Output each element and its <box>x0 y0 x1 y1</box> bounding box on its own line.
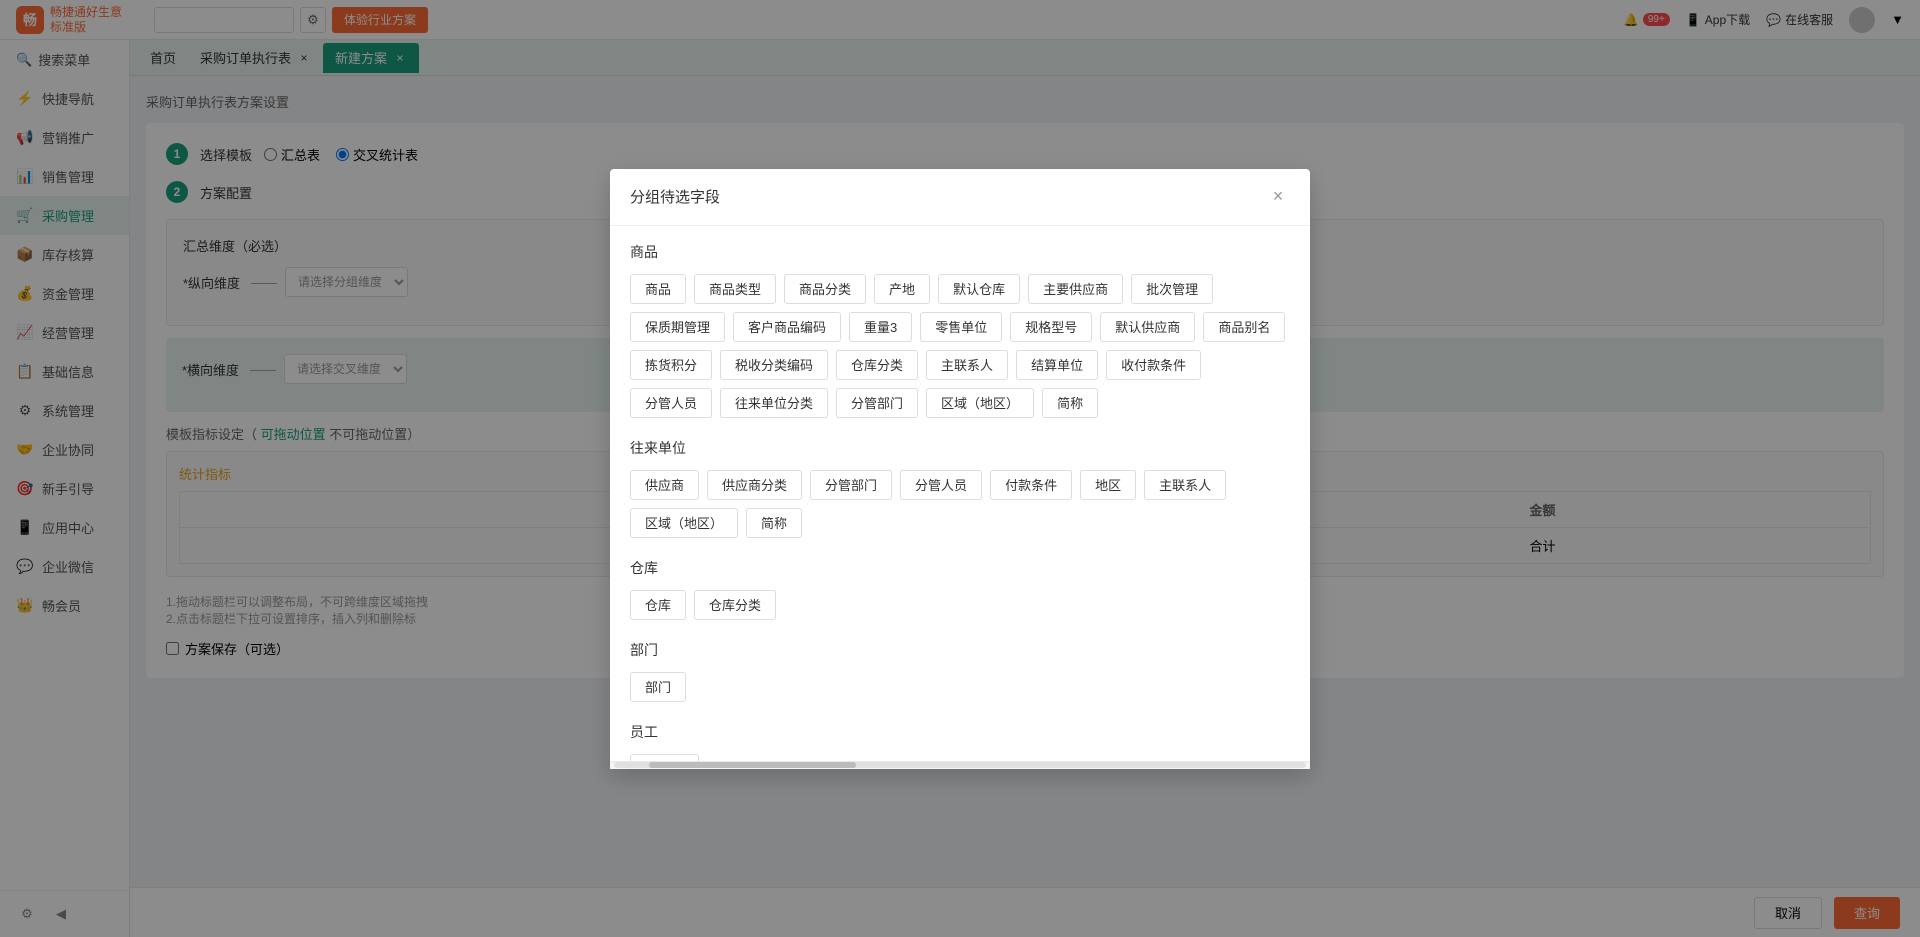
field-tag-default-warehouse[interactable]: 默认仓库 <box>938 274 1020 304</box>
field-tag-warehouse[interactable]: 仓库 <box>630 590 686 620</box>
modal-dialog: 分组待选字段 × 商品 商品 商品类型 商品分类 产地 默认仓库 主要供应商 批… <box>610 169 1310 769</box>
field-tag-partner-category[interactable]: 往来单位分类 <box>720 388 828 418</box>
field-tag-supplier-category[interactable]: 供应商分类 <box>707 470 802 500</box>
field-tag-department[interactable]: 部门 <box>630 672 686 702</box>
section-department-tags: 部门 <box>630 672 1290 702</box>
field-tag-spec-model[interactable]: 规格型号 <box>1010 312 1092 342</box>
field-tag-supplier[interactable]: 供应商 <box>630 470 699 500</box>
field-tag-area[interactable]: 地区 <box>1080 470 1136 500</box>
section-partner-tags: 供应商 供应商分类 分管部门 分管人员 付款条件 地区 主联系人 区域（地区） … <box>630 470 1290 538</box>
section-department: 部门 部门 <box>630 640 1290 702</box>
field-tag-warehouse-cat[interactable]: 仓库分类 <box>694 590 776 620</box>
section-warehouse-title: 仓库 <box>630 558 1290 578</box>
section-product-title: 商品 <box>630 242 1290 262</box>
section-partner-title: 往来单位 <box>630 438 1290 458</box>
modal-header: 分组待选字段 × <box>610 169 1310 226</box>
field-tag-payment-terms[interactable]: 收付款条件 <box>1106 350 1201 380</box>
section-partner: 往来单位 供应商 供应商分类 分管部门 分管人员 付款条件 地区 主联系人 区域… <box>630 438 1290 538</box>
modal-close-button[interactable]: × <box>1266 185 1290 209</box>
field-tag-default-supplier[interactable]: 默认供应商 <box>1100 312 1195 342</box>
section-employee-tags: 业务员 <box>630 754 1290 761</box>
section-product: 商品 商品 商品类型 商品分类 产地 默认仓库 主要供应商 批次管理 保质期管理… <box>630 242 1290 418</box>
field-tag-pick-points[interactable]: 拣货积分 <box>630 350 712 380</box>
hscroll-track <box>614 762 1306 768</box>
field-tag-partner-dept[interactable]: 分管部门 <box>810 470 892 500</box>
field-tag-short-name[interactable]: 简称 <box>1042 388 1098 418</box>
field-tag-main-contact[interactable]: 主联系人 <box>926 350 1008 380</box>
field-tag-product-category[interactable]: 商品分类 <box>784 274 866 304</box>
modal-body: 商品 商品 商品类型 商品分类 产地 默认仓库 主要供应商 批次管理 保质期管理… <box>610 226 1310 761</box>
field-tag-shelf-life[interactable]: 保质期管理 <box>630 312 725 342</box>
field-tag-weight[interactable]: 重量3 <box>849 312 912 342</box>
field-tag-partner-supervisor[interactable]: 分管人员 <box>900 470 982 500</box>
field-tag-product[interactable]: 商品 <box>630 274 686 304</box>
section-warehouse-tags: 仓库 仓库分类 <box>630 590 1290 620</box>
field-tag-partner-contact[interactable]: 主联系人 <box>1144 470 1226 500</box>
field-tag-payment-cond[interactable]: 付款条件 <box>990 470 1072 500</box>
field-tag-product-alias[interactable]: 商品别名 <box>1203 312 1285 342</box>
section-employee-title: 员工 <box>630 722 1290 742</box>
field-tag-warehouse-category[interactable]: 仓库分类 <box>836 350 918 380</box>
modal-overlay: 分组待选字段 × 商品 商品 商品类型 商品分类 产地 默认仓库 主要供应商 批… <box>0 0 1920 937</box>
field-tag-settlement-unit[interactable]: 结算单位 <box>1016 350 1098 380</box>
field-tag-supervisor[interactable]: 分管人员 <box>630 388 712 418</box>
field-tag-origin[interactable]: 产地 <box>874 274 930 304</box>
hscroll-thumb <box>649 762 857 768</box>
field-tag-dept[interactable]: 分管部门 <box>836 388 918 418</box>
field-tag-tax-code[interactable]: 税收分类编码 <box>720 350 828 380</box>
field-tag-sales-rep[interactable]: 业务员 <box>630 754 699 761</box>
field-tag-customer-code[interactable]: 客户商品编码 <box>733 312 841 342</box>
modal-title: 分组待选字段 <box>630 186 720 207</box>
section-product-tags: 商品 商品类型 商品分类 产地 默认仓库 主要供应商 批次管理 保质期管理 客户… <box>630 274 1290 418</box>
field-tag-retail-unit[interactable]: 零售单位 <box>920 312 1002 342</box>
field-tag-partner-short[interactable]: 简称 <box>746 508 802 538</box>
field-tag-partner-region[interactable]: 区域（地区） <box>630 508 738 538</box>
section-warehouse: 仓库 仓库 仓库分类 <box>630 558 1290 620</box>
section-employee: 员工 业务员 <box>630 722 1290 761</box>
modal-hscroll[interactable] <box>610 761 1310 769</box>
field-tag-product-type[interactable]: 商品类型 <box>694 274 776 304</box>
field-tag-region[interactable]: 区域（地区） <box>926 388 1034 418</box>
field-tag-batch-mgmt[interactable]: 批次管理 <box>1131 274 1213 304</box>
field-tag-main-supplier[interactable]: 主要供应商 <box>1028 274 1123 304</box>
section-department-title: 部门 <box>630 640 1290 660</box>
